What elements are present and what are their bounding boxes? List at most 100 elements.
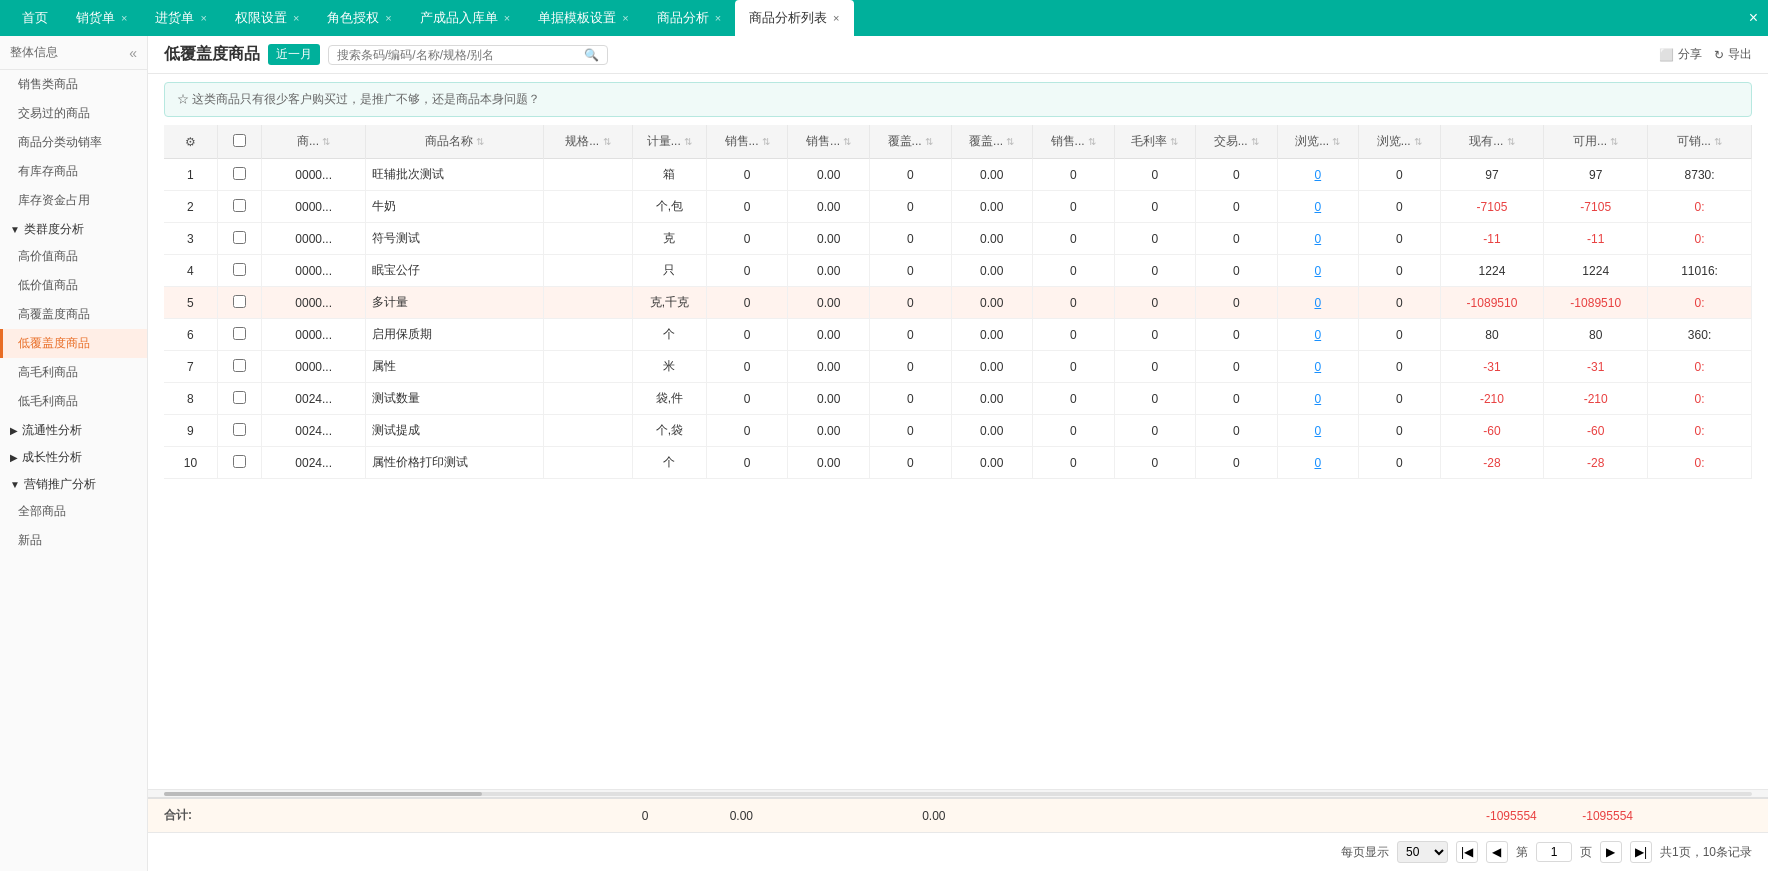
page-unit: 页 bbox=[1580, 844, 1592, 861]
sidebar-item-high-margin[interactable]: 高毛利商品 bbox=[0, 358, 147, 387]
col-trans[interactable]: 交易... ⇅ bbox=[1196, 125, 1278, 159]
nav-purchase[interactable]: 进货单 × bbox=[141, 0, 220, 36]
col-sales2[interactable]: 销售... ⇅ bbox=[788, 125, 870, 159]
nav-finished-goods[interactable]: 产成品入库单 × bbox=[406, 0, 524, 36]
col-cover2[interactable]: 覆盖... ⇅ bbox=[951, 125, 1033, 159]
col-stock[interactable]: 现有... ⇅ bbox=[1440, 125, 1544, 159]
table-cell[interactable]: 0 bbox=[1277, 223, 1359, 255]
close-icon[interactable]: × bbox=[121, 12, 127, 24]
col-gross[interactable]: 毛利率 ⇅ bbox=[1114, 125, 1196, 159]
sidebar-item-all-products[interactable]: 全部商品 bbox=[0, 497, 147, 526]
sidebar: 整体信息 « 销售类商品 交易过的商品 商品分类动销率 有库存商品 库存资金占用… bbox=[0, 36, 148, 871]
col-checkbox[interactable] bbox=[217, 125, 261, 159]
table-cell: 测试数量 bbox=[366, 383, 544, 415]
sidebar-item-category-turnover[interactable]: 商品分类动销率 bbox=[0, 128, 147, 157]
table-cell[interactable]: 0 bbox=[1277, 351, 1359, 383]
sidebar-item-new-products[interactable]: 新品 bbox=[0, 526, 147, 555]
table-cell[interactable] bbox=[217, 383, 261, 415]
nav-roles[interactable]: 角色授权 × bbox=[313, 0, 405, 36]
table-cell: 0 bbox=[1196, 223, 1278, 255]
sidebar-item-sales-products[interactable]: 销售类商品 bbox=[0, 70, 147, 99]
col-sales1[interactable]: 销售... ⇅ bbox=[706, 125, 788, 159]
col-avail[interactable]: 可用... ⇅ bbox=[1544, 125, 1648, 159]
sidebar-item-high-value[interactable]: 高价值商品 bbox=[0, 242, 147, 271]
table-cell[interactable]: 0 bbox=[1277, 191, 1359, 223]
table-cell[interactable] bbox=[217, 191, 261, 223]
nav-product-analysis[interactable]: 商品分析 × bbox=[643, 0, 735, 36]
close-icon[interactable]: × bbox=[715, 12, 721, 24]
sidebar-collapse-button[interactable]: « bbox=[129, 45, 137, 61]
col-browse2[interactable]: 浏览... ⇅ bbox=[1359, 125, 1441, 159]
nav-sales[interactable]: 销货单 × bbox=[62, 0, 141, 36]
table-cell[interactable]: 0 bbox=[1277, 383, 1359, 415]
table-cell[interactable]: 0 bbox=[1277, 415, 1359, 447]
close-icon[interactable]: × bbox=[385, 12, 391, 24]
sidebar-item-low-coverage[interactable]: 低覆盖度商品 bbox=[0, 329, 147, 358]
table-cell[interactable] bbox=[217, 255, 261, 287]
period-button[interactable]: 近一月 bbox=[268, 44, 320, 65]
per-page-select[interactable]: 50 10 20 100 bbox=[1397, 841, 1448, 863]
col-settings[interactable]: ⚙ bbox=[164, 125, 217, 159]
nav-template-settings[interactable]: 单据模板设置 × bbox=[524, 0, 642, 36]
export-button[interactable]: ↻ 导出 bbox=[1714, 46, 1752, 63]
window-close-icon[interactable]: × bbox=[1749, 9, 1758, 27]
close-icon[interactable]: × bbox=[622, 12, 628, 24]
col-code[interactable]: 商... ⇅ bbox=[262, 125, 366, 159]
table-container[interactable]: ⚙ 商... ⇅ 商品名称 ⇅ 规格... ⇅ 计量... ⇅ 销售... ⇅ … bbox=[148, 125, 1768, 789]
table-cell[interactable]: 0 bbox=[1277, 287, 1359, 319]
col-spec[interactable]: 规格... ⇅ bbox=[543, 125, 632, 159]
col-cover1[interactable]: 覆盖... ⇅ bbox=[869, 125, 951, 159]
page-number-input[interactable] bbox=[1536, 842, 1572, 862]
col-unit[interactable]: 计量... ⇅ bbox=[632, 125, 706, 159]
sidebar-group-category-analysis[interactable]: ▼类群度分析 bbox=[0, 215, 147, 242]
nav-home[interactable]: 首页 bbox=[8, 0, 62, 36]
prev-page-button[interactable]: ◀ bbox=[1486, 841, 1508, 863]
total-spacer1 bbox=[212, 809, 308, 823]
search-input[interactable] bbox=[337, 48, 580, 62]
sidebar-item-low-margin[interactable]: 低毛利商品 bbox=[0, 387, 147, 416]
close-icon[interactable]: × bbox=[504, 12, 510, 24]
sidebar-item-stock-capital[interactable]: 库存资金占用 bbox=[0, 186, 147, 215]
table-cell[interactable] bbox=[217, 159, 261, 191]
table-cell: 0024... bbox=[262, 383, 366, 415]
col-sellable[interactable]: 可销... ⇅ bbox=[1648, 125, 1752, 159]
table-cell[interactable] bbox=[217, 287, 261, 319]
col-sales3[interactable]: 销售... ⇅ bbox=[1033, 125, 1115, 159]
last-page-button[interactable]: ▶| bbox=[1630, 841, 1652, 863]
close-icon[interactable]: × bbox=[833, 12, 839, 24]
sidebar-item-traded-products[interactable]: 交易过的商品 bbox=[0, 99, 147, 128]
table-cell[interactable]: 0 bbox=[1277, 159, 1359, 191]
nav-permissions[interactable]: 权限设置 × bbox=[221, 0, 313, 36]
scroll-track[interactable] bbox=[164, 792, 1752, 796]
table-cell[interactable] bbox=[217, 319, 261, 351]
close-icon[interactable]: × bbox=[200, 12, 206, 24]
table-cell: 0 bbox=[869, 191, 951, 223]
horizontal-scrollbar[interactable] bbox=[148, 789, 1768, 797]
nav-product-analysis-list[interactable]: 商品分析列表 × bbox=[735, 0, 853, 36]
table-cell[interactable] bbox=[217, 351, 261, 383]
first-page-button[interactable]: |◀ bbox=[1456, 841, 1478, 863]
table-cell[interactable] bbox=[217, 223, 261, 255]
share-button[interactable]: ⬜ 分享 bbox=[1659, 46, 1702, 63]
table-cell[interactable] bbox=[217, 415, 261, 447]
sidebar-item-high-coverage[interactable]: 高覆盖度商品 bbox=[0, 300, 147, 329]
table-cell[interactable]: 0 bbox=[1277, 319, 1359, 351]
sidebar-group-growth[interactable]: ▶成长性分析 bbox=[0, 443, 147, 470]
sidebar-item-low-value[interactable]: 低价值商品 bbox=[0, 271, 147, 300]
sidebar-group-circulation[interactable]: ▶流通性分析 bbox=[0, 416, 147, 443]
select-all-checkbox[interactable] bbox=[233, 134, 246, 147]
col-browse1[interactable]: 浏览... ⇅ bbox=[1277, 125, 1359, 159]
table-cell[interactable]: 0 bbox=[1277, 255, 1359, 287]
table-cell: 1224 bbox=[1544, 255, 1648, 287]
close-icon[interactable]: × bbox=[293, 12, 299, 24]
table-cell[interactable] bbox=[217, 447, 261, 479]
table-cell[interactable]: 0 bbox=[1277, 447, 1359, 479]
next-page-button[interactable]: ▶ bbox=[1600, 841, 1622, 863]
sidebar-group-marketing[interactable]: ▼营销推广分析 bbox=[0, 470, 147, 497]
sidebar-item-stocked-products[interactable]: 有库存商品 bbox=[0, 157, 147, 186]
data-table: ⚙ 商... ⇅ 商品名称 ⇅ 规格... ⇅ 计量... ⇅ 销售... ⇅ … bbox=[164, 125, 1752, 479]
col-name[interactable]: 商品名称 ⇅ bbox=[366, 125, 544, 159]
scroll-thumb[interactable] bbox=[164, 792, 482, 796]
table-cell: 0 bbox=[1359, 159, 1441, 191]
search-icon[interactable]: 🔍 bbox=[584, 48, 599, 62]
